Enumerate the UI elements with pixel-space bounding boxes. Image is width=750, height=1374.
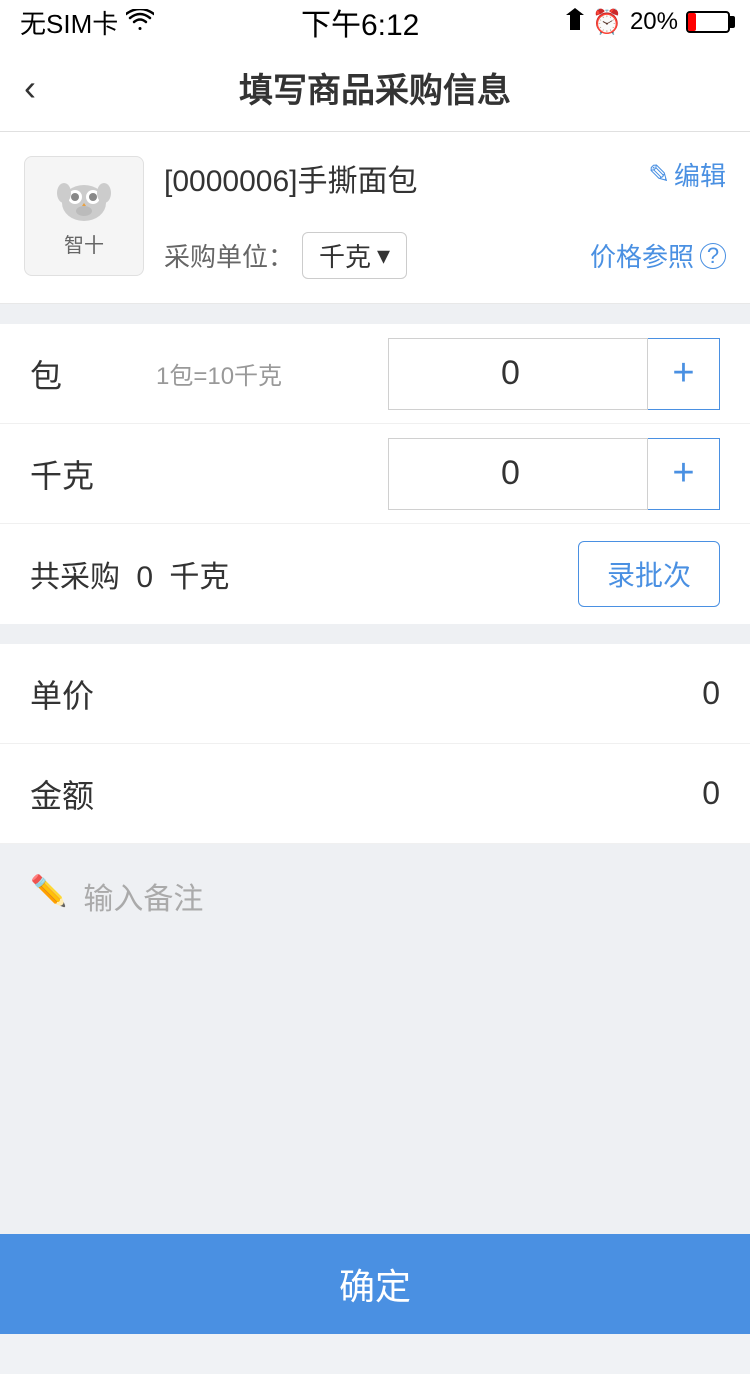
- status-left: 无SIM卡: [20, 4, 154, 41]
- confirm-button[interactable]: 确定: [0, 1234, 750, 1334]
- kg-field-group: +: [388, 438, 720, 510]
- note-section[interactable]: ✏️ 输入备注: [0, 844, 750, 994]
- price-ref-button[interactable]: 价格参照 ?: [590, 237, 726, 274]
- product-logo-icon: [54, 175, 114, 225]
- pack-plus-button[interactable]: +: [648, 338, 720, 410]
- input-section: 包 1包=10千克 + 千克 + 共采购 0 千克 录批次: [0, 324, 750, 624]
- purchase-unit-label: 采购单位：: [164, 237, 294, 274]
- pack-input[interactable]: [388, 338, 648, 410]
- product-info: [0000006]手撕面包 ✎ 编辑 采购单位： 千克 ▾ 价格参照 ?: [164, 156, 726, 279]
- product-card: 智十 [0000006]手撕面包 ✎ 编辑 采购单位： 千克 ▾: [0, 132, 750, 304]
- status-time: 下午6:12: [301, 0, 419, 44]
- summary-row: 共采购 0 千克 录批次: [0, 524, 750, 624]
- section-divider-2: [0, 624, 750, 644]
- battery-icon: [686, 11, 730, 33]
- wifi-icon: [126, 7, 154, 38]
- battery-percent: 20%: [630, 8, 678, 36]
- status-bar: 无SIM卡 下午6:12 ⏰ 20%: [0, 0, 750, 44]
- record-batch-button[interactable]: 录批次: [578, 541, 720, 607]
- carrier-label: 无SIM卡: [20, 4, 118, 41]
- summary-text: 共采购 0 千克: [30, 552, 229, 596]
- brand-label: 智十: [64, 229, 104, 258]
- pencil-icon: ✏️: [30, 874, 67, 909]
- edit-icon: ✎: [648, 159, 670, 190]
- amount-value: 0: [702, 775, 720, 812]
- kg-plus-button[interactable]: +: [648, 438, 720, 510]
- price-section: 单价 0 金额 0: [0, 644, 750, 844]
- location-icon: [566, 8, 584, 37]
- unit-price-value: 0: [702, 675, 720, 712]
- nav-bar: ‹ 填写商品采购信息: [0, 44, 750, 132]
- pack-field-group: +: [388, 338, 720, 410]
- product-name: [0000006]手撕面包: [164, 156, 417, 200]
- unit-price-row: 单价 0: [0, 644, 750, 744]
- kg-input[interactable]: [388, 438, 648, 510]
- unit-price-label: 单价: [30, 671, 94, 717]
- confirm-label: 确定: [339, 1258, 411, 1310]
- back-button[interactable]: ‹: [24, 67, 36, 109]
- kg-label: 千克: [30, 451, 150, 497]
- product-meta: 采购单位： 千克 ▾ 价格参照 ?: [164, 232, 726, 279]
- unit-select[interactable]: 千克 ▾: [302, 232, 407, 279]
- pack-input-row: 包 1包=10千克 +: [0, 324, 750, 424]
- page-title: 填写商品采购信息: [239, 63, 511, 112]
- chevron-down-icon: ▾: [377, 240, 390, 271]
- status-right: ⏰ 20%: [566, 8, 730, 37]
- amount-label: 金额: [30, 771, 94, 817]
- kg-input-row: 千克 +: [0, 424, 750, 524]
- purchase-unit-row: 采购单位： 千克 ▾: [164, 232, 407, 279]
- pack-sub-label: 1包=10千克: [156, 356, 316, 391]
- alarm-icon: ⏰: [592, 8, 622, 37]
- pack-label: 包: [30, 351, 150, 397]
- content-spacer: [0, 994, 750, 1274]
- note-placeholder: 输入备注: [83, 874, 203, 918]
- help-icon: ?: [700, 243, 726, 269]
- amount-row: 金额 0: [0, 744, 750, 844]
- section-divider-1: [0, 304, 750, 324]
- product-image: 智十: [24, 156, 144, 276]
- edit-button[interactable]: ✎ 编辑: [648, 156, 726, 193]
